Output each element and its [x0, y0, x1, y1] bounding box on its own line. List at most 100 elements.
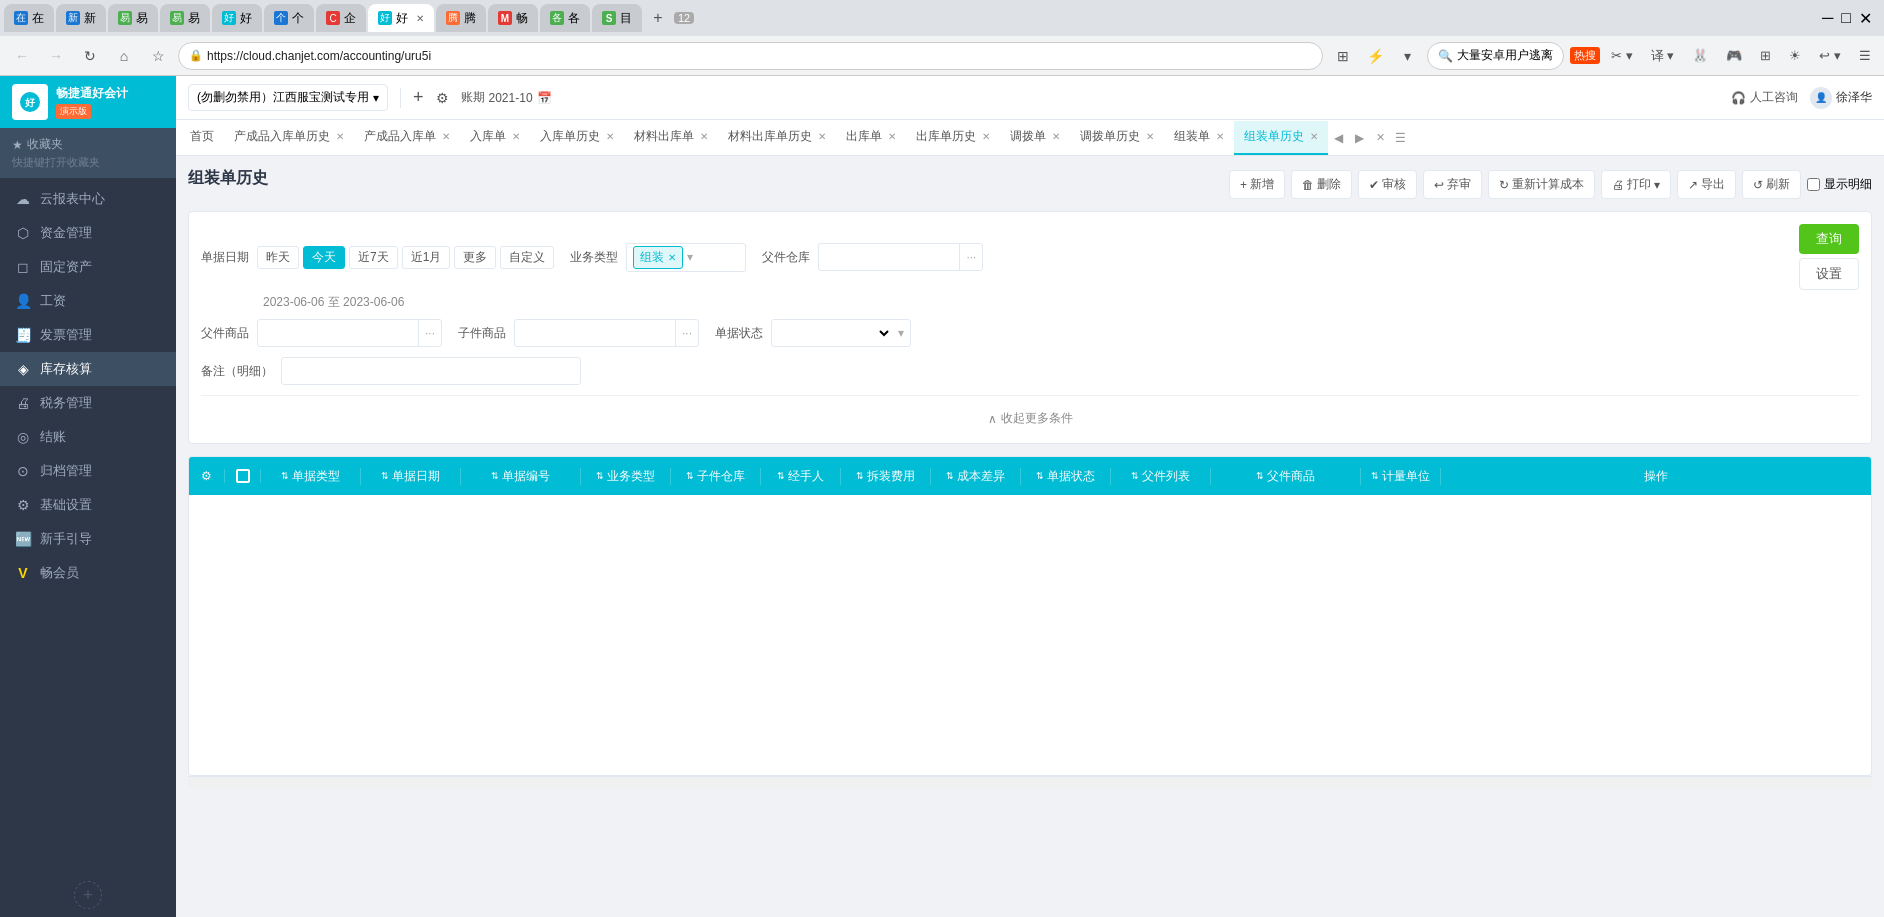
date-btn-today[interactable]: 今天 — [303, 246, 345, 269]
th-checkbox[interactable] — [225, 469, 261, 483]
nav-tab-in-history-close[interactable]: ✕ — [606, 131, 614, 142]
th-sort-icon-parent-list[interactable]: ⇅ — [1131, 472, 1139, 481]
sidebar-item-fixed-assets[interactable]: ◻ 固定资产 — [0, 250, 176, 284]
delete-button[interactable]: 🗑 删除 — [1291, 170, 1352, 199]
nav-tab-material-out-history-close[interactable]: ✕ — [818, 131, 826, 142]
notes-input[interactable] — [281, 357, 581, 385]
nav-tab-out-history[interactable]: 出库单历史 ✕ — [906, 121, 1000, 155]
browser-tab-4[interactable]: 易 易 — [160, 4, 210, 32]
period-selector[interactable]: 账期 2021-10 📅 — [461, 89, 552, 106]
export-button[interactable]: ↗ 导出 — [1677, 170, 1736, 199]
undo-icon[interactable]: ↩ ▾ — [1814, 46, 1846, 65]
tab-close-8[interactable]: ✕ — [416, 13, 424, 24]
browser-tab-9[interactable]: 腾 腾 — [436, 4, 486, 32]
nav-tab-out-order[interactable]: 出库单 ✕ — [836, 121, 906, 155]
dropdown-btn[interactable]: ▾ — [1393, 42, 1421, 70]
tabs-settings-icon[interactable]: ☰ — [1391, 131, 1410, 145]
emoji-icon[interactable]: 🐰 — [1687, 46, 1713, 65]
th-sort-icon-doc-date[interactable]: ⇅ — [381, 472, 389, 481]
url-bar[interactable]: 🔒 https://cloud.chanjet.com/accounting/u… — [178, 42, 1323, 70]
browser-tab-6[interactable]: 个 个 — [264, 4, 314, 32]
translate-icon[interactable]: 译 ▾ — [1646, 45, 1680, 67]
browser-tab-12[interactable]: S 目 — [592, 4, 642, 32]
filter-settings-button[interactable]: 设置 — [1799, 258, 1859, 290]
th-sort-icon-doc-status[interactable]: ⇅ — [1036, 472, 1044, 481]
favorite-title[interactable]: ★ 收藏夹 — [12, 136, 164, 153]
maximize-btn[interactable]: □ — [1841, 9, 1851, 28]
th-sort-icon-disassembly-cost[interactable]: ⇅ — [856, 472, 864, 481]
th-sort-icon-parent-goods[interactable]: ⇅ — [1256, 472, 1264, 481]
browser-tab-1[interactable]: 在 在 — [4, 4, 54, 32]
th-sort-icon-unit[interactable]: ⇅ — [1371, 472, 1379, 481]
th-sort-icon-biz-type[interactable]: ⇅ — [596, 472, 604, 481]
browser-tab-7[interactable]: C 企 — [316, 4, 366, 32]
minimize-btn[interactable]: ─ — [1822, 9, 1833, 28]
browser-tab-8[interactable]: 好 好 ✕ — [368, 4, 434, 32]
settings-btn-header[interactable]: ⚙ — [432, 90, 453, 106]
nav-tab-produce-in[interactable]: 产成品入库单 ✕ — [354, 121, 460, 155]
sidebar-add-btn[interactable]: + — [74, 881, 102, 909]
query-button[interactable]: 查询 — [1799, 224, 1859, 254]
refresh-button[interactable]: ↺ 刷新 — [1742, 170, 1801, 199]
home-btn[interactable]: ⌂ — [110, 42, 138, 70]
print-button[interactable]: 🖨 打印 ▾ — [1601, 170, 1671, 199]
nav-tab-assemble-close[interactable]: ✕ — [1216, 131, 1224, 142]
date-btn-more[interactable]: 更多 — [454, 246, 496, 269]
parent-warehouse-more-btn[interactable]: ··· — [959, 244, 982, 270]
cut-icon[interactable]: ✂ ▾ — [1606, 46, 1638, 65]
browser-tab-10[interactable]: M 畅 — [488, 4, 538, 32]
th-settings[interactable]: ⚙ — [189, 469, 225, 483]
nav-tab-in-order-close[interactable]: ✕ — [512, 131, 520, 142]
sidebar-item-basic-settings[interactable]: ⚙ 基础设置 — [0, 488, 176, 522]
favorite-sub-text[interactable]: 快捷键打开收藏夹 — [12, 155, 164, 170]
sidebar-favorite[interactable]: ★ 收藏夹 快捷键打开收藏夹 — [0, 128, 176, 178]
grid-icon[interactable]: ⊞ — [1755, 46, 1776, 65]
sidebar-item-tax-mgmt[interactable]: 🖨 税务管理 — [0, 386, 176, 420]
abandon-button[interactable]: ↩ 弃审 — [1423, 170, 1482, 199]
sidebar-item-cloud-report[interactable]: ☁ 云报表中心 — [0, 182, 176, 216]
search-box[interactable]: 🔍 大量安卓用户逃离 — [1427, 42, 1564, 70]
nav-tab-in-order[interactable]: 入库单 ✕ — [460, 121, 530, 155]
parent-goods-input[interactable] — [258, 326, 418, 340]
nav-tab-assemble-history-close[interactable]: ✕ — [1310, 131, 1318, 142]
child-goods-input[interactable] — [515, 326, 675, 340]
nav-tab-out-history-close[interactable]: ✕ — [982, 131, 990, 142]
nav-tab-in-history[interactable]: 入库单历史 ✕ — [530, 121, 624, 155]
add-company-btn[interactable]: + — [413, 87, 424, 108]
user-info[interactable]: 👤 徐泽华 — [1810, 87, 1872, 109]
nav-tab-assemble[interactable]: 组装单 ✕ — [1164, 121, 1234, 155]
nav-tab-material-out-close[interactable]: ✕ — [700, 131, 708, 142]
date-btn-custom[interactable]: 自定义 — [500, 246, 554, 269]
sidebar-item-invoice-mgmt[interactable]: 🧾 发票管理 — [0, 318, 176, 352]
parent-goods-more-btn[interactable]: ··· — [418, 320, 441, 346]
parent-warehouse-input[interactable] — [819, 250, 959, 264]
nav-tab-assemble-history[interactable]: 组装单历史 ✕ — [1234, 121, 1328, 155]
company-selector[interactable]: (勿删勿禁用）江西服宝测试专用 ▾ — [188, 84, 388, 111]
date-btn-7days[interactable]: 近7天 — [349, 246, 398, 269]
sun-icon[interactable]: ☀ — [1784, 46, 1806, 65]
browser-tab-3[interactable]: 易 易 — [108, 4, 158, 32]
nav-tab-material-out[interactable]: 材料出库单 ✕ — [624, 121, 718, 155]
nav-tab-produce-in-history-close[interactable]: ✕ — [336, 131, 344, 142]
date-btn-1month[interactable]: 近1月 — [402, 246, 451, 269]
menu-icon[interactable]: ☰ — [1854, 46, 1876, 65]
nav-tab-home[interactable]: 首页 — [180, 121, 224, 155]
sidebar-item-fund-mgmt[interactable]: ⬡ 资金管理 — [0, 216, 176, 250]
new-tab-button[interactable]: + — [644, 4, 672, 32]
business-type-tag[interactable]: 组装 ✕ — [633, 246, 683, 269]
flash-btn[interactable]: ⚡ — [1361, 42, 1389, 70]
tabs-close-all[interactable]: ✕ — [1370, 131, 1391, 144]
nav-tab-material-out-history[interactable]: 材料出库单历史 ✕ — [718, 121, 836, 155]
forward-btn[interactable]: → — [42, 42, 70, 70]
header-checkbox[interactable] — [236, 469, 250, 483]
nav-tab-allocation-history-close[interactable]: ✕ — [1146, 131, 1154, 142]
nav-tab-allocation-history[interactable]: 调拨单历史 ✕ — [1070, 121, 1164, 155]
th-sort-icon-handler[interactable]: ⇅ — [777, 472, 785, 481]
sidebar-item-settlement[interactable]: ◎ 结账 — [0, 420, 176, 454]
tabs-arrow-left[interactable]: ◀ — [1328, 131, 1349, 145]
reload-btn[interactable]: ↻ — [76, 42, 104, 70]
tabs-arrow-right[interactable]: ▶ — [1349, 131, 1370, 145]
business-type-input-wrapper[interactable]: 组装 ✕ ▾ — [626, 243, 746, 272]
nav-tab-out-order-close[interactable]: ✕ — [888, 131, 896, 142]
display-detail-checkbox[interactable] — [1807, 178, 1820, 191]
